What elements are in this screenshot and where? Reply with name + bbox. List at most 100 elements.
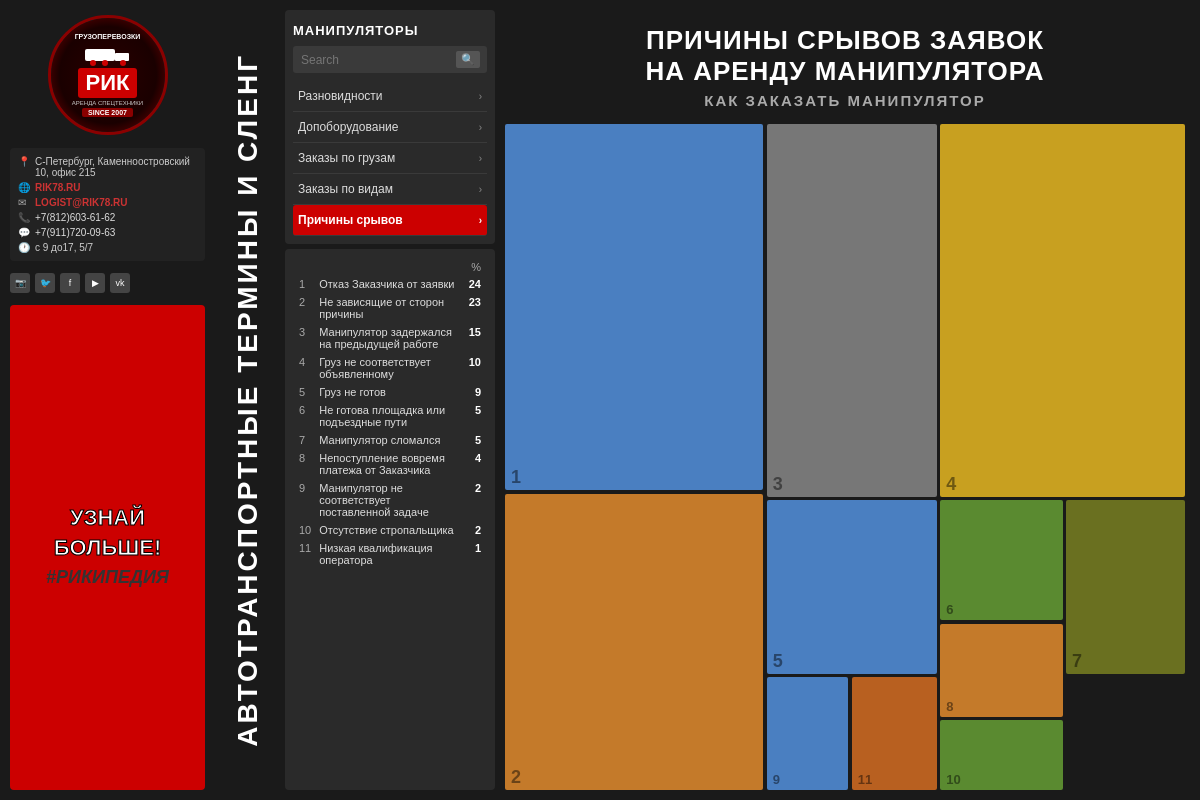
svg-point-2 [90, 60, 96, 66]
menu-title: МАНИПУЛЯТОРЫ [293, 18, 487, 46]
bottom-banner[interactable]: УЗНАЙ БОЛЬШЕ! #РИКИПЕДИЯ [10, 305, 205, 790]
vertical-text-column: АВТОТРАНСПОРТНЫЕ ТЕРМИНЫ И СЛЕНГ [215, 0, 280, 800]
menu-item-zakazy-vid[interactable]: Заказы по видам › [293, 174, 487, 205]
table-row: 6Не готова площадка или подъездные пути5 [295, 401, 485, 431]
whatsapp-icon: 💬 [18, 227, 30, 238]
row-num: 2 [295, 293, 315, 323]
treemap-cell-2: 2 [505, 494, 763, 790]
middle-panel: МАНИПУЛЯТОРЫ 🔍 Разновидности › Допоборуд… [280, 0, 500, 800]
table-row: 2Не зависящие от сторон причины23 [295, 293, 485, 323]
globe-icon: 🌐 [18, 182, 30, 193]
treemap-label-1: 1 [511, 468, 521, 486]
menu-item-zakazy-gruz[interactable]: Заказы по грузам › [293, 143, 487, 174]
facebook-icon[interactable]: f [60, 273, 80, 293]
row-label: Непоступление вовремя платежа от Заказчи… [315, 449, 465, 479]
chevron-icon-3: › [479, 184, 482, 195]
logo-truck-icon [83, 41, 133, 66]
row-label: Отказ Заказчика от заявки [315, 275, 465, 293]
table-row: 11Низкая квалификация оператора1 [295, 539, 485, 569]
row-num: 1 [295, 275, 315, 293]
treemap-label-11: 11 [858, 773, 872, 786]
search-button[interactable]: 🔍 [456, 51, 480, 68]
row-pct: 15 [465, 323, 485, 353]
treemap-cell-3: 3 [767, 124, 937, 497]
row-pct: 1 [465, 539, 485, 569]
hashtag-text: #РИКИПЕДИЯ [46, 567, 169, 588]
search-input[interactable] [301, 53, 451, 67]
treemap-cell-10: 10 [940, 720, 1062, 790]
twitter-icon[interactable]: 🐦 [35, 273, 55, 293]
logo-bottom-text: АРЕНДА СПЕЦТЕХНИКИ [72, 100, 143, 106]
contact-website[interactable]: 🌐 RIK78.RU [18, 182, 197, 193]
table-row: 7Манипулятор сломался5 [295, 431, 485, 449]
table-row: 1Отказ Заказчика от заявки24 [295, 275, 485, 293]
youtube-icon[interactable]: ▶ [85, 273, 105, 293]
menu-item-raznovidnosti[interactable]: Разновидности › [293, 81, 487, 112]
main-title-line1: ПРИЧИНЫ СРЫВОВ ЗАЯВОК [505, 25, 1185, 56]
table-row: 8Непоступление вовремя платежа от Заказч… [295, 449, 485, 479]
treemap-label-4: 4 [946, 475, 956, 493]
row-pct: 2 [465, 521, 485, 539]
treemap-cell-8: 8 [940, 624, 1062, 717]
row-pct: 5 [465, 401, 485, 431]
contact-email[interactable]: ✉ LOGIST@RIK78.RU [18, 197, 197, 208]
treemap-container: 1234567891011 [505, 124, 1185, 790]
logo-rik-text: РИК [78, 68, 138, 98]
table-row: 5Груз не готов9 [295, 383, 485, 401]
menu-item-prichiny[interactable]: Причины срывов › [293, 205, 487, 236]
row-num: 9 [295, 479, 315, 521]
logo-top-text: ГРУЗОПЕРЕВОЗКИ [75, 33, 141, 41]
row-label: Низкая квалификация оператора [315, 539, 465, 569]
row-pct: 4 [465, 449, 485, 479]
treemap-label-2: 2 [511, 768, 521, 786]
row-num: 4 [295, 353, 315, 383]
right-header: ПРИЧИНЫ СРЫВОВ ЗАЯВОК НА АРЕНДУ МАНИПУЛЯ… [505, 15, 1185, 114]
table-row: 4Груз не соответствует объявленному10 [295, 353, 485, 383]
instagram-icon[interactable]: 📷 [10, 273, 30, 293]
row-label: Отсутствие стропальщика [315, 521, 465, 539]
phone-icon: 📞 [18, 212, 30, 223]
menu-item-dopolborudovanie[interactable]: Допоборудование › [293, 112, 487, 143]
row-num: 7 [295, 431, 315, 449]
contact-hours: 🕐 с 9 до17, 5/7 [18, 242, 197, 253]
data-table: % 1Отказ Заказчика от заявки242Не завися… [295, 259, 485, 569]
treemap-label-5: 5 [773, 652, 783, 670]
vk-icon[interactable]: vk [110, 273, 130, 293]
search-box[interactable]: 🔍 [293, 46, 487, 73]
svg-rect-1 [115, 53, 129, 61]
menu-box: МАНИПУЛЯТОРЫ 🔍 Разновидности › Допоборуд… [285, 10, 495, 244]
svg-rect-0 [85, 49, 115, 61]
row-label: Не готова площадка или подъездные пути [315, 401, 465, 431]
logo-area: ГРУЗОПЕРЕВОЗКИ РИК АРЕНДА СПЕЦТЕХНИКИ SI… [10, 10, 205, 140]
contact-phone1[interactable]: 📞 +7(812)603-61-62 [18, 212, 197, 223]
treemap-cell-7: 7 [1066, 500, 1185, 673]
row-pct: 23 [465, 293, 485, 323]
uzna-text: УЗНАЙ [70, 507, 145, 529]
table-row: 3Манипулятор задержался на предыдущей ра… [295, 323, 485, 353]
row-label: Манипулятор сломался [315, 431, 465, 449]
row-pct: 24 [465, 275, 485, 293]
row-label: Манипулятор не соответствует поставленно… [315, 479, 465, 521]
email-icon: ✉ [18, 197, 30, 208]
data-table-box: % 1Отказ Заказчика от заявки242Не завися… [285, 249, 495, 790]
main-title-line2: НА АРЕНДУ МАНИПУЛЯТОРА [505, 56, 1185, 87]
social-icons-row: 📷 🐦 f ▶ vk [10, 269, 205, 297]
treemap-cell-1: 1 [505, 124, 763, 490]
row-num: 6 [295, 401, 315, 431]
location-icon: 📍 [18, 156, 30, 167]
col-label-header [315, 259, 465, 275]
treemap: 1234567891011 [505, 124, 1185, 790]
chevron-icon-2: › [479, 153, 482, 164]
svg-point-4 [120, 60, 126, 66]
row-num: 11 [295, 539, 315, 569]
treemap-label-10: 10 [946, 773, 960, 786]
chevron-icon-0: › [479, 91, 482, 102]
bolshe-text: БОЛЬШЕ! [54, 537, 162, 559]
row-num: 10 [295, 521, 315, 539]
row-pct: 2 [465, 479, 485, 521]
since-badge: SINCE 2007 [82, 108, 133, 117]
vertical-text: АВТОТРАНСПОРТНЫЕ ТЕРМИНЫ И СЛЕНГ [232, 53, 264, 747]
contact-phone2[interactable]: 💬 +7(911)720-09-63 [18, 227, 197, 238]
row-pct: 9 [465, 383, 485, 401]
treemap-cell-9: 9 [767, 677, 849, 790]
